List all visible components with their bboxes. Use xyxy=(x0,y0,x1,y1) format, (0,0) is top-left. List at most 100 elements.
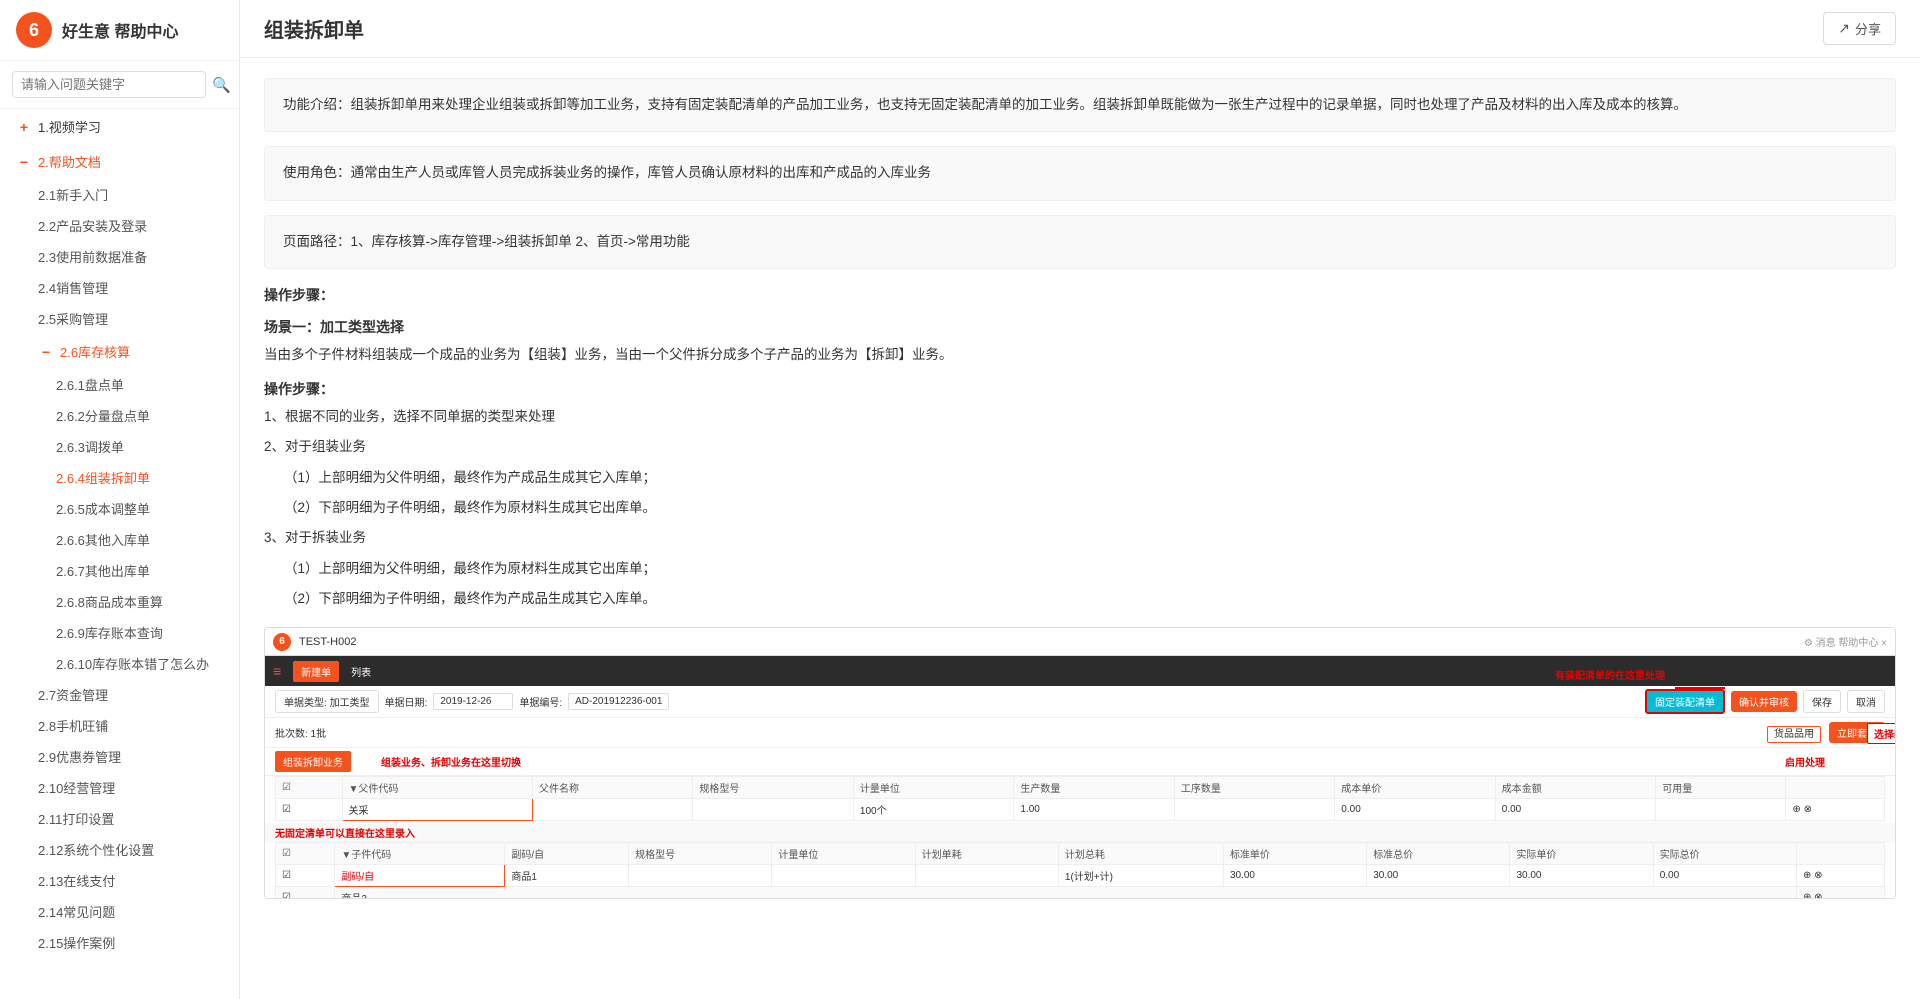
td-name xyxy=(532,799,692,821)
sidebar-item-cost-recalc[interactable]: 2.6.8商品成本重算 xyxy=(0,586,239,617)
share-label: 分享 xyxy=(1855,19,1881,38)
table-row: ☑ 商品2 ⊕ ⊗ xyxy=(276,887,1885,899)
page-title: 组装拆卸单 xyxy=(264,14,364,43)
td-proc-qty xyxy=(1174,799,1334,821)
intro-block-3: 页面路径：1、库存核算->库存管理->组装拆卸单 2、首页->常用功能 xyxy=(264,215,1896,269)
assembly-type-row: 组装拆卸业务 组装业务、拆卸业务在这里切换 启用处理 xyxy=(265,748,1895,776)
sidebar-item-other-in[interactable]: 2.6.6其他入库单 xyxy=(0,524,239,555)
td-check: ☑ xyxy=(276,799,343,821)
fake-btn-confirm[interactable]: 确认并审核 xyxy=(1731,691,1797,712)
th2-ops xyxy=(1796,843,1884,865)
sidebar-item-cost-adjust[interactable]: 2.6.5成本调整单 xyxy=(0,493,239,524)
fake-num-value: AD-201912236-001 xyxy=(568,693,669,710)
main-content-area: 组装拆卸单 ↗ 分享 功能介绍：组装拆卸单用来处理企业组装或拆卸等加工业务，支持… xyxy=(240,0,1920,999)
annotation-bom-line xyxy=(1675,687,1725,689)
fake-bom-select[interactable]: 货品品用 xyxy=(1767,726,1821,743)
logo-icon: 6 xyxy=(16,12,52,48)
intro-text-3: 页面路径：1、库存核算->库存管理->组装拆卸单 2、首页->常用功能 xyxy=(283,234,690,249)
th-cost-amt: 成本金额 xyxy=(1495,777,1655,799)
sidebar-item-inventory-check[interactable]: 2.6.1盘点单 xyxy=(0,369,239,400)
table-row: ☑ 副码/自 商品1 1(计划+计) 30.00 30.00 30.0 xyxy=(276,865,1885,887)
sidebar-item-newbie[interactable]: 2.1新手入门 xyxy=(0,179,239,210)
td2-check: ☑ xyxy=(276,887,335,899)
sidebar-item-label: 2.帮助文档 xyxy=(38,152,101,171)
th2-std-total: 标准总价 xyxy=(1367,843,1510,865)
table-row: ☑ 关采 100个 1.00 0.00 0.00 xyxy=(276,799,1885,821)
th2-act-price: 实际单价 xyxy=(1510,843,1653,865)
fake-title-text: TEST-H002 xyxy=(299,636,356,648)
sidebar-item-cases[interactable]: 2.15操作案例 xyxy=(0,927,239,958)
sidebar-header: 6 好生意 帮助中心 xyxy=(0,0,239,61)
sidebar-item-ledger-query[interactable]: 2.6.9库存账本查询 xyxy=(0,617,239,648)
parent-table-area: ☑ ▼父件代码 父件名称 规格型号 计量单位 生产数量 工序数量 成本单价 成本… xyxy=(265,776,1895,823)
sidebar-item-help-docs[interactable]: − 2.帮助文档 xyxy=(0,144,239,179)
annotation-select-text: 选择装配清单 xyxy=(1867,723,1895,744)
sidebar-item-ops-mgmt[interactable]: 2.10经营管理 xyxy=(0,772,239,803)
step2: 2、对于组装业务 xyxy=(264,435,1896,459)
th-prod-qty: 生产数量 xyxy=(1014,777,1174,799)
sidebar-item-faq[interactable]: 2.14常见问题 xyxy=(0,896,239,927)
sidebar-item-sales[interactable]: 2.4销售管理 xyxy=(0,272,239,303)
sidebar-item-coupon[interactable]: 2.9优惠券管理 xyxy=(0,741,239,772)
td2-act-t: 0.00 xyxy=(1653,865,1796,887)
sidebar-item-assembly[interactable]: 2.6.4组装拆卸单 xyxy=(0,462,239,493)
sidebar-item-ledger-fix[interactable]: 2.6.10库存账本错了怎么办 xyxy=(0,648,239,679)
sidebar-item-print[interactable]: 2.11打印设置 xyxy=(0,803,239,834)
td2-plan-u xyxy=(915,865,1058,887)
share-button[interactable]: ↗ 分享 xyxy=(1823,12,1896,45)
td-code: 关采 xyxy=(342,799,532,821)
intro-block-2: 使用角色：通常由生产人员或库管人员完成拆装业务的操作，库管人员确认原材料的出库和… xyxy=(264,146,1896,200)
sidebar-item-partial-check[interactable]: 2.6.2分量盘点单 xyxy=(0,400,239,431)
ops-section: 操作步骤： 场景一：加工类型选择 当由多个子件材料组装成一个成品的业务为【组装】… xyxy=(264,285,1896,899)
sidebar-item-label: 1.视频学习 xyxy=(38,117,101,136)
fake-btn-save[interactable]: 保存 xyxy=(1803,690,1841,713)
td2-code: 副码/自 xyxy=(335,865,505,887)
fake-nav-new[interactable]: 新建单 xyxy=(293,661,339,682)
sidebar-item-data-prep[interactable]: 2.3使用前数据准备 xyxy=(0,241,239,272)
th2-check: ☑ xyxy=(276,843,335,865)
search-icon[interactable]: 🔍 xyxy=(212,76,231,94)
th2-unit: 计量单位 xyxy=(772,843,915,865)
sidebar: 6 好生意 帮助中心 🔍 + 1.视频学习 − 2.帮助文档 2.1新手入门 2… xyxy=(0,0,240,999)
fake-titlebar: 6 TEST-H002 ⚙ 消息 帮助中心 × xyxy=(265,628,1895,656)
sidebar-item-video-learning[interactable]: + 1.视频学习 xyxy=(0,109,239,144)
fake-btn-cancel[interactable]: 取消 xyxy=(1847,690,1885,713)
sidebar-item-install[interactable]: 2.2产品安装及登录 xyxy=(0,210,239,241)
parent-table: ☑ ▼父件代码 父件名称 规格型号 计量单位 生产数量 工序数量 成本单价 成本… xyxy=(275,776,1885,821)
td-unit: 100个 xyxy=(853,799,1013,821)
sidebar-item-inventory[interactable]: − 2.6库存核算 xyxy=(0,334,239,369)
sidebar-item-mobile[interactable]: 2.8手机旺铺 xyxy=(0,710,239,741)
ops-title: 操作步骤： xyxy=(264,285,1896,305)
screenshot-container: 6 TEST-H002 ⚙ 消息 帮助中心 × ≡ 新建单 列表 xyxy=(264,627,1896,899)
td2-spec xyxy=(629,865,772,887)
step3b: （2）下部明细为子件明细，最终作为产成品生成其它入库单。 xyxy=(264,587,1896,611)
step2a: （1）上部明细为父件明细，最终作为产成品生成其它入库单； xyxy=(264,466,1896,490)
td-row-ops: ⊕ ⊗ xyxy=(1786,799,1885,821)
th2-spec: 规格型号 xyxy=(629,843,772,865)
sidebar-item-system[interactable]: 2.12系统个性化设置 xyxy=(0,834,239,865)
step3a: （1）上部明细为父件明细，最终作为原材料生成其它出库单； xyxy=(264,557,1896,581)
td2-std-t: 30.00 xyxy=(1367,865,1510,887)
fake-nav-list[interactable]: 列表 xyxy=(351,664,371,679)
fake-assembly-tab[interactable]: 组装拆卸业务 xyxy=(275,751,351,772)
sidebar-item-purchase[interactable]: 2.5采购管理 xyxy=(0,303,239,334)
sidebar-item-online-pay[interactable]: 2.13在线支付 xyxy=(0,865,239,896)
sidebar-item-transfer[interactable]: 2.6.3调拨单 xyxy=(0,431,239,462)
fake-btn-bom[interactable]: 固定装配清单 xyxy=(1645,689,1725,714)
fake-logo-icon: 6 xyxy=(273,633,291,651)
sub-form-area: 批次数: 1批 货品品用 选择装配清单 立即套用 组装拆卸业务 xyxy=(265,718,1895,776)
sidebar-item-finance[interactable]: 2.7资金管理 xyxy=(0,679,239,710)
td2-alt: 商品1 xyxy=(505,865,629,887)
fake-qty-label: 批次数: 1批 xyxy=(275,725,326,740)
annotation-no-bom-text: 无固定清单可以直接在这里录入 xyxy=(265,823,1895,842)
fake-screenshot: 6 TEST-H002 ⚙ 消息 帮助中心 × ≡ 新建单 列表 xyxy=(265,628,1895,898)
th2-std-price: 标准单价 xyxy=(1223,843,1366,865)
sidebar-item-other-out[interactable]: 2.6.7其他出库单 xyxy=(0,555,239,586)
sidebar-item-label: 2.6库存核算 xyxy=(60,342,130,361)
td2-ops2: ⊕ ⊗ xyxy=(1796,887,1884,899)
th-avail: 可用量 xyxy=(1656,777,1786,799)
search-input[interactable] xyxy=(12,71,206,98)
minus-icon: − xyxy=(16,154,32,170)
th2-plan-total: 计划总耗 xyxy=(1058,843,1223,865)
fake-btn-doc-type[interactable]: 单据类型: 加工类型 xyxy=(275,690,379,713)
